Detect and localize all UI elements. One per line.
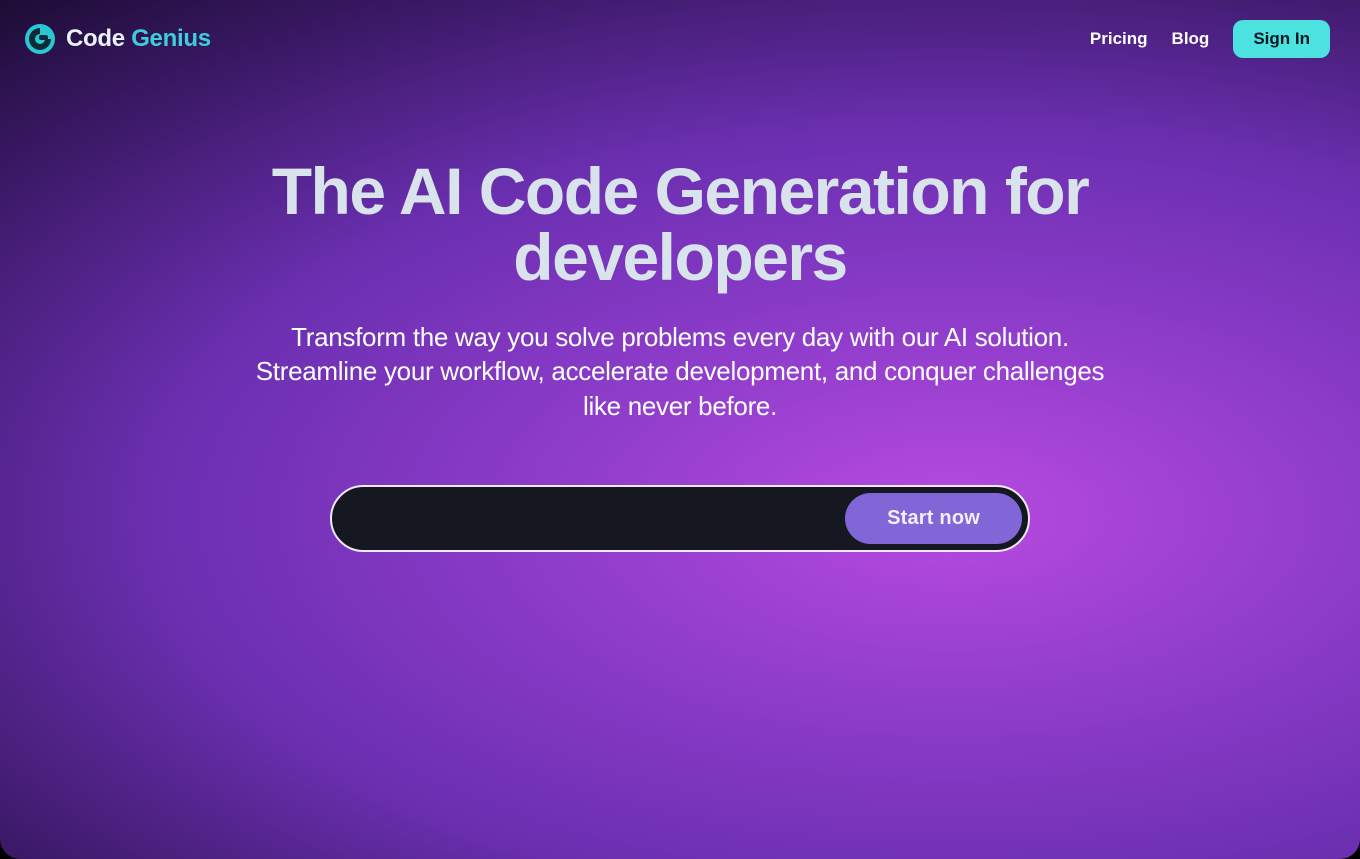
start-now-button[interactable]: Start now — [845, 493, 1022, 544]
logo-icon — [24, 23, 56, 55]
logo[interactable]: Code Genius — [24, 23, 211, 55]
logo-text: Code Genius — [66, 25, 211, 53]
hero-subhead: Transform the way you solve problems eve… — [250, 320, 1110, 423]
landing-page: Code Genius Pricing Blog Sign In The AI … — [0, 0, 1360, 859]
logo-word-code: Code — [66, 25, 125, 52]
logo-word-genius: Genius — [131, 25, 211, 52]
signin-button[interactable]: Sign In — [1233, 20, 1330, 58]
nav-blog[interactable]: Blog — [1172, 29, 1210, 49]
hero-section: The AI Code Generation for developers Tr… — [0, 158, 1360, 552]
nav-pricing[interactable]: Pricing — [1090, 29, 1148, 49]
cta-bar: Start now — [330, 485, 1030, 552]
hero-headline: The AI Code Generation for developers — [230, 158, 1130, 290]
top-nav: Pricing Blog Sign In — [1090, 20, 1330, 58]
cta-input[interactable] — [338, 508, 845, 529]
header: Code Genius Pricing Blog Sign In — [0, 0, 1360, 58]
